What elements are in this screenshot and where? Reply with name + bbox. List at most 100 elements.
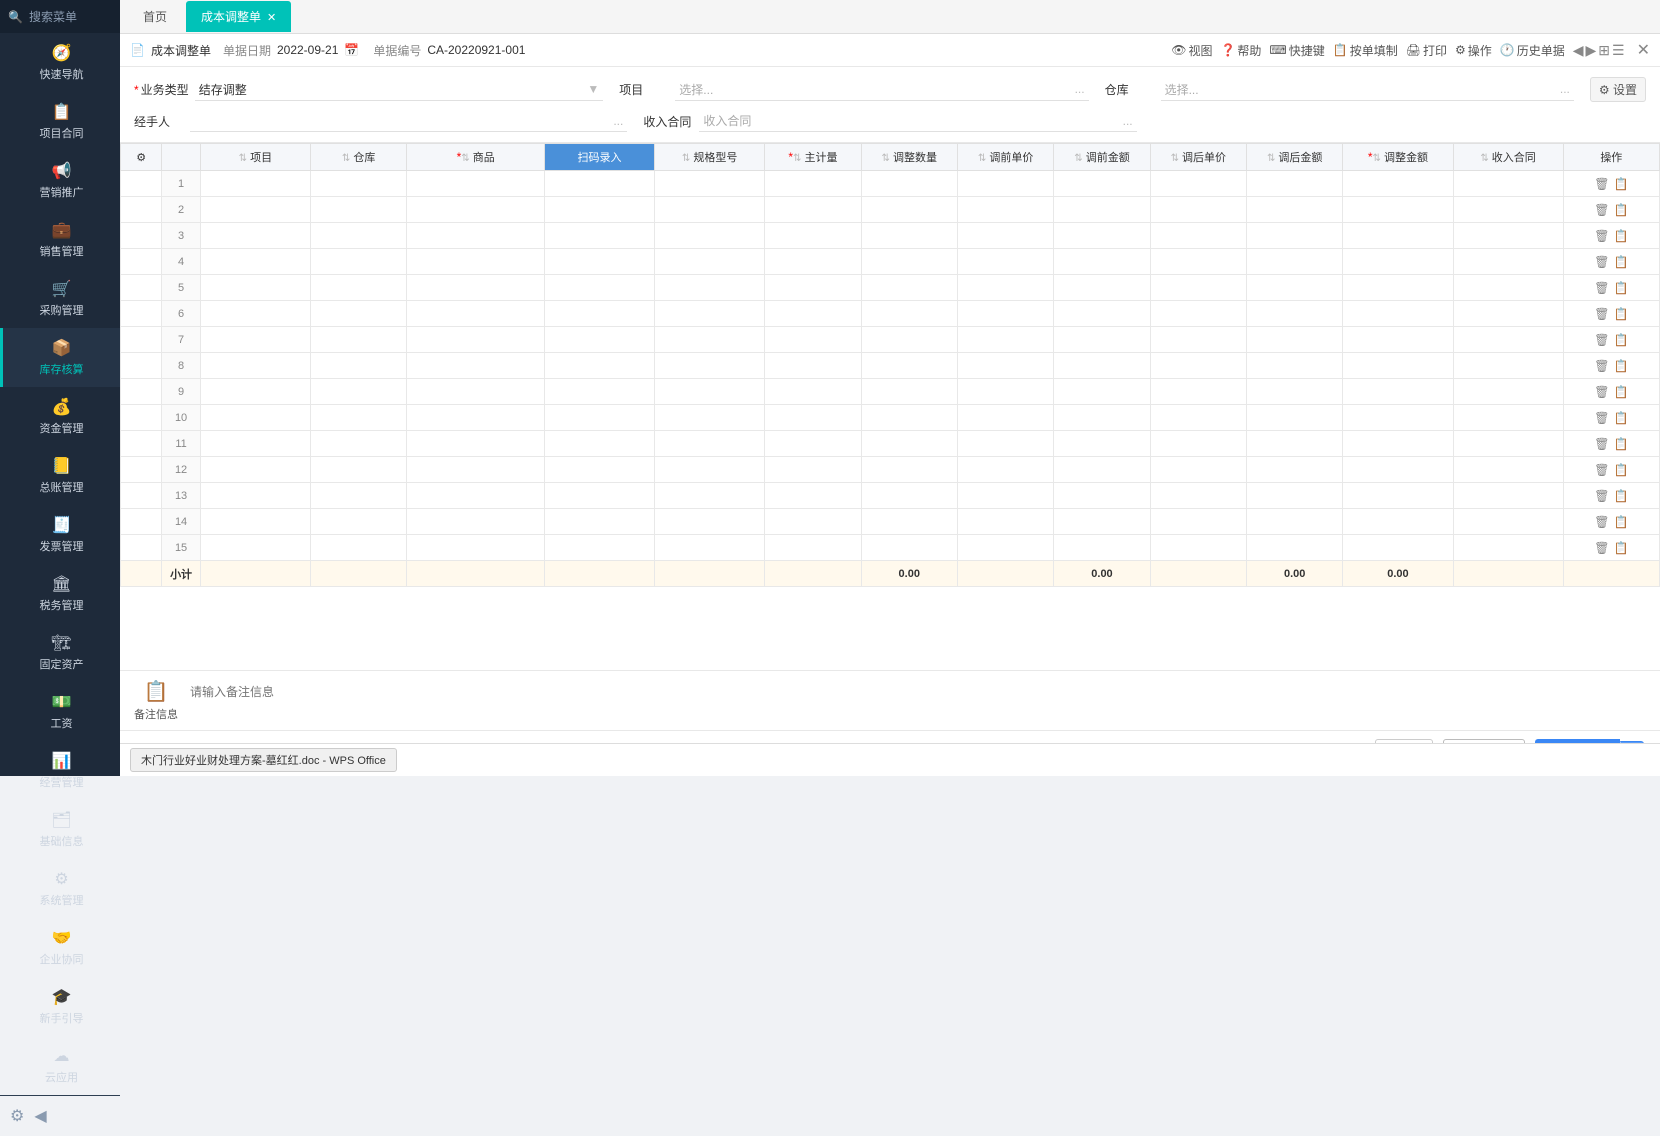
delete-icon[interactable]: 🗑: [1594, 255, 1609, 269]
cell-pre-amount-1[interactable]: [1054, 171, 1150, 197]
cell-pre-amount-4[interactable]: [1054, 249, 1150, 275]
cell-adj-qty-10[interactable]: [861, 405, 957, 431]
cell-post-amount-5[interactable]: [1247, 275, 1343, 301]
cell-warehouse-9[interactable]: [310, 379, 406, 405]
cell-project-14[interactable]: [200, 509, 310, 535]
close-button[interactable]: ✕: [1637, 40, 1650, 60]
cell-warehouse-10[interactable]: [310, 405, 406, 431]
tab-close-cost-adjust[interactable]: ✕: [267, 12, 276, 24]
cell-adj-qty-7[interactable]: [861, 327, 957, 353]
cell-income-1[interactable]: [1453, 171, 1563, 197]
copy-icon[interactable]: 📋: [1613, 515, 1628, 529]
cell-scan-8[interactable]: [544, 353, 654, 379]
col-adjqty-header[interactable]: ⇅ 调整数量: [861, 144, 957, 171]
cell-warehouse-7[interactable]: [310, 327, 406, 353]
cell-post-price-7[interactable]: [1150, 327, 1246, 353]
warehouse-value[interactable]: 选择... ...: [1161, 79, 1574, 101]
cell-income-15[interactable]: [1453, 535, 1563, 561]
cell-warehouse-12[interactable]: [310, 457, 406, 483]
cell-pre-amount-7[interactable]: [1054, 327, 1150, 353]
cell-goods-9[interactable]: [407, 379, 545, 405]
cell-post-price-1[interactable]: [1150, 171, 1246, 197]
cell-post-amount-14[interactable]: [1247, 509, 1343, 535]
cell-post-amount-4[interactable]: [1247, 249, 1343, 275]
cell-project-9[interactable]: [200, 379, 310, 405]
copy-icon[interactable]: 📋: [1613, 489, 1628, 503]
cell-pre-amount-13[interactable]: [1054, 483, 1150, 509]
cell-post-price-5[interactable]: [1150, 275, 1246, 301]
cell-goods-3[interactable]: [407, 223, 545, 249]
cell-income-3[interactable]: [1453, 223, 1563, 249]
cell-income-12[interactable]: [1453, 457, 1563, 483]
cell-adj-qty-2[interactable]: [861, 197, 957, 223]
cell-unit-13[interactable]: [765, 483, 861, 509]
col-unit-header[interactable]: *⇅ 主计量: [765, 144, 861, 171]
cell-adj-amount-5[interactable]: [1343, 275, 1453, 301]
copy-icon[interactable]: 📋: [1613, 229, 1628, 243]
cell-unit-15[interactable]: [765, 535, 861, 561]
cell-adj-qty-14[interactable]: [861, 509, 957, 535]
cell-income-13[interactable]: [1453, 483, 1563, 509]
biz-type-value[interactable]: 结存调整 ▼: [195, 79, 604, 101]
delete-icon[interactable]: 🗑: [1594, 307, 1609, 321]
cell-scan-4[interactable]: [544, 249, 654, 275]
cell-project-1[interactable]: [200, 171, 310, 197]
cell-post-price-15[interactable]: [1150, 535, 1246, 561]
sidebar-item-invoice-mgmt[interactable]: 🧾发票管理: [0, 505, 120, 564]
cell-pre-price-2[interactable]: [957, 197, 1053, 223]
nav-grid[interactable]: ⊞: [1598, 42, 1610, 59]
cell-post-amount-2[interactable]: [1247, 197, 1343, 223]
cell-project-11[interactable]: [200, 431, 310, 457]
cell-adj-amount-12[interactable]: [1343, 457, 1453, 483]
cell-project-7[interactable]: [200, 327, 310, 353]
cell-scan-9[interactable]: [544, 379, 654, 405]
cell-adj-amount-2[interactable]: [1343, 197, 1453, 223]
cell-project-4[interactable]: [200, 249, 310, 275]
cell-warehouse-11[interactable]: [310, 431, 406, 457]
copy-icon[interactable]: 📋: [1613, 177, 1628, 191]
cell-income-8[interactable]: [1453, 353, 1563, 379]
cell-post-amount-1[interactable]: [1247, 171, 1343, 197]
cell-project-15[interactable]: [200, 535, 310, 561]
cell-pre-price-11[interactable]: [957, 431, 1053, 457]
sidebar-item-fixed-assets[interactable]: 🏗固定资产: [0, 623, 120, 682]
cell-unit-12[interactable]: [765, 457, 861, 483]
cell-project-6[interactable]: [200, 301, 310, 327]
cell-adj-qty-11[interactable]: [861, 431, 957, 457]
cell-post-price-4[interactable]: [1150, 249, 1246, 275]
copy-icon[interactable]: 📋: [1613, 333, 1628, 347]
cell-adj-qty-1[interactable]: [861, 171, 957, 197]
copy-icon[interactable]: 📋: [1613, 411, 1628, 425]
sidebar-item-tax-mgmt[interactable]: 🏛税务管理: [0, 564, 120, 623]
col-preamount-header[interactable]: ⇅ 调前金额: [1054, 144, 1150, 171]
cell-pre-price-12[interactable]: [957, 457, 1053, 483]
col-adjamount-header[interactable]: *⇅ 调整金额: [1343, 144, 1453, 171]
cell-scan-7[interactable]: [544, 327, 654, 353]
cell-adj-qty-3[interactable]: [861, 223, 957, 249]
sidebar-item-newbie[interactable]: 🎓新手引导: [0, 977, 120, 1036]
toolbar-ops[interactable]: ⚙ 操作: [1455, 42, 1492, 59]
cell-pre-amount-11[interactable]: [1054, 431, 1150, 457]
cell-pre-price-4[interactable]: [957, 249, 1053, 275]
collapse-icon[interactable]: ◀: [34, 1106, 46, 1126]
cell-scan-3[interactable]: [544, 223, 654, 249]
cell-adj-qty-4[interactable]: [861, 249, 957, 275]
cell-unit-7[interactable]: [765, 327, 861, 353]
cell-income-11[interactable]: [1453, 431, 1563, 457]
cell-pre-price-5[interactable]: [957, 275, 1053, 301]
cell-unit-1[interactable]: [765, 171, 861, 197]
cell-unit-9[interactable]: [765, 379, 861, 405]
cell-spec-9[interactable]: [655, 379, 765, 405]
sidebar-item-quick-nav[interactable]: 🧭快速导航: [0, 33, 120, 92]
cell-adj-amount-15[interactable]: [1343, 535, 1453, 561]
cell-goods-5[interactable]: [407, 275, 545, 301]
toolbar-shortcuts[interactable]: ⌨ 快捷键: [1269, 42, 1324, 59]
col-postprice-header[interactable]: ⇅ 调后单价: [1150, 144, 1246, 171]
cell-scan-15[interactable]: [544, 535, 654, 561]
delete-icon[interactable]: 🗑: [1594, 359, 1609, 373]
cell-adj-amount-6[interactable]: [1343, 301, 1453, 327]
settings-button[interactable]: ⚙ 设置: [1590, 77, 1646, 102]
cell-goods-15[interactable]: [407, 535, 545, 561]
cell-warehouse-8[interactable]: [310, 353, 406, 379]
cell-unit-6[interactable]: [765, 301, 861, 327]
